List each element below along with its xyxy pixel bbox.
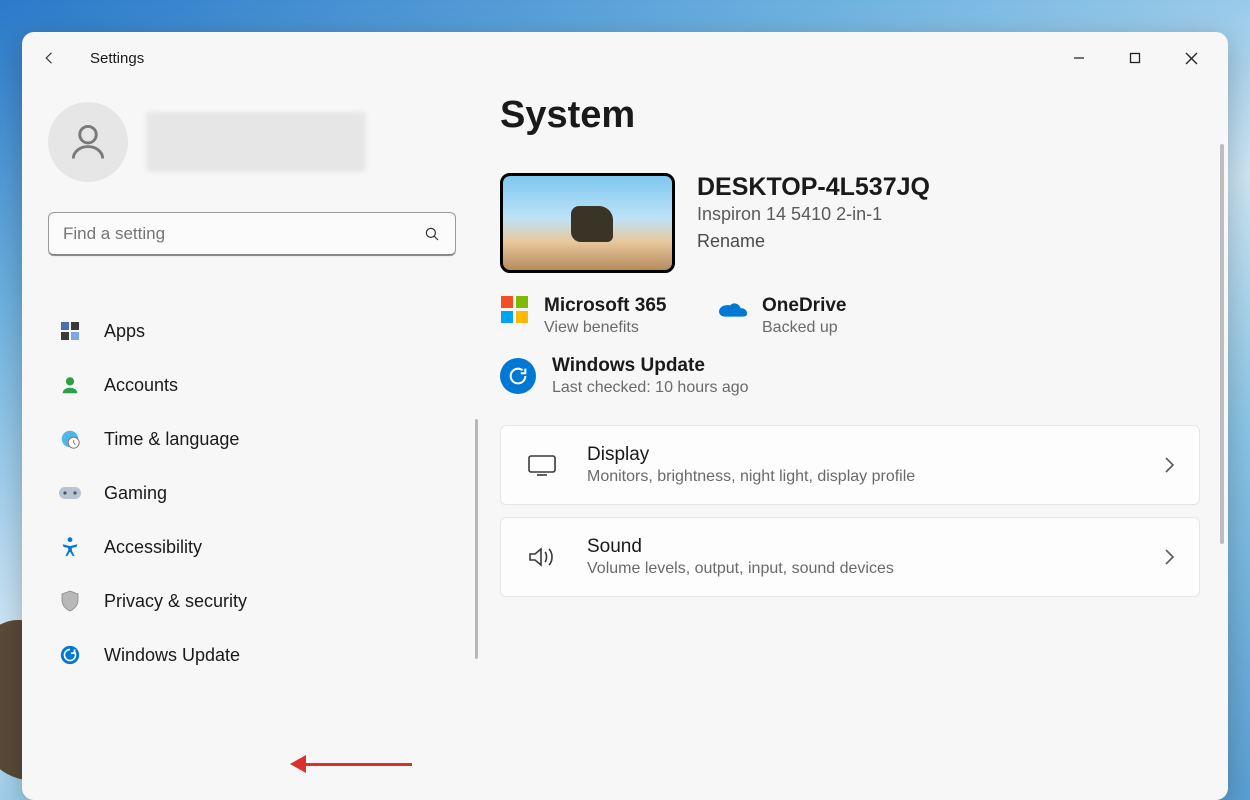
tile-title: Windows Update <box>552 355 749 377</box>
sound-icon <box>525 540 559 574</box>
clock-globe-icon <box>58 427 82 451</box>
card-display[interactable]: Display Monitors, brightness, night ligh… <box>500 425 1200 505</box>
sidebar-item-label: Privacy & security <box>104 591 247 612</box>
person-icon <box>66 120 110 164</box>
card-title: Sound <box>587 536 894 558</box>
gaming-icon <box>58 481 82 505</box>
desktop-thumbnail[interactable] <box>500 173 675 273</box>
tile-windows-update[interactable]: Windows Update Last checked: 10 hours ag… <box>500 355 1200 397</box>
card-title: Display <box>587 444 915 466</box>
display-icon <box>525 448 559 482</box>
arrow-left-icon <box>41 49 59 67</box>
card-sound[interactable]: Sound Volume levels, output, input, soun… <box>500 517 1200 597</box>
settings-window: Settings <box>22 32 1228 800</box>
nav-list: Apps Accounts Time & language <box>48 304 456 682</box>
card-subtitle: Volume levels, output, input, sound devi… <box>587 560 894 578</box>
device-section: DESKTOP-4L537JQ Inspiron 14 5410 2-in-1 … <box>500 173 1200 273</box>
tile-microsoft-365[interactable]: Microsoft 365 View benefits <box>500 295 700 337</box>
sidebar-item-privacy[interactable]: Privacy & security <box>48 574 456 628</box>
maximize-icon <box>1129 52 1141 64</box>
update-circle-icon <box>500 358 536 394</box>
search-icon <box>423 225 441 243</box>
chevron-right-icon <box>1163 548 1175 566</box>
sidebar: Apps Accounts Time & language <box>22 84 482 800</box>
tile-title: Microsoft 365 <box>544 295 666 317</box>
tile-subtitle: Backed up <box>762 319 846 337</box>
sidebar-scrollbar[interactable] <box>475 419 478 659</box>
search-input[interactable] <box>63 224 423 244</box>
close-button[interactable] <box>1168 42 1214 74</box>
titlebar: Settings <box>22 32 1228 84</box>
sidebar-item-label: Time & language <box>104 429 239 450</box>
sidebar-item-label: Accounts <box>104 375 178 396</box>
accounts-icon <box>58 373 82 397</box>
app-title: Settings <box>90 50 144 67</box>
profile-section[interactable] <box>48 102 456 182</box>
update-icon <box>58 643 82 667</box>
close-icon <box>1185 52 1198 65</box>
sidebar-item-accounts[interactable]: Accounts <box>48 358 456 412</box>
back-button[interactable] <box>36 44 64 72</box>
device-model: Inspiron 14 5410 2-in-1 <box>697 204 930 225</box>
apps-icon <box>58 319 82 343</box>
sidebar-item-label: Gaming <box>104 483 167 504</box>
tile-subtitle: View benefits <box>544 319 666 337</box>
sidebar-item-label: Apps <box>104 321 145 342</box>
sidebar-item-apps[interactable]: Apps <box>48 304 456 358</box>
page-title: System <box>500 94 1200 137</box>
minimize-button[interactable] <box>1056 42 1102 74</box>
onedrive-icon <box>718 295 748 325</box>
tile-title: OneDrive <box>762 295 846 317</box>
main-scrollbar[interactable] <box>1220 144 1224 544</box>
sidebar-item-label: Windows Update <box>104 645 240 666</box>
sidebar-item-gaming[interactable]: Gaming <box>48 466 456 520</box>
device-name: DESKTOP-4L537JQ <box>697 173 930 202</box>
tile-subtitle: Last checked: 10 hours ago <box>552 379 749 397</box>
user-name-redacted <box>146 112 366 172</box>
sidebar-item-accessibility[interactable]: Accessibility <box>48 520 456 574</box>
sidebar-item-label: Accessibility <box>104 537 202 558</box>
tile-onedrive[interactable]: OneDrive Backed up <box>718 295 918 337</box>
accessibility-icon <box>58 535 82 559</box>
sidebar-item-windows-update[interactable]: Windows Update <box>48 628 456 682</box>
main-content: System DESKTOP-4L537JQ Inspiron 14 5410 … <box>482 84 1228 800</box>
chevron-right-icon <box>1163 456 1175 474</box>
shield-icon <box>58 589 82 613</box>
search-box[interactable] <box>48 212 456 256</box>
microsoft-logo-icon <box>500 295 530 325</box>
sidebar-item-time-language[interactable]: Time & language <box>48 412 456 466</box>
minimize-icon <box>1073 52 1085 64</box>
avatar <box>48 102 128 182</box>
maximize-button[interactable] <box>1112 42 1158 74</box>
rename-link[interactable]: Rename <box>697 231 930 252</box>
card-subtitle: Monitors, brightness, night light, displ… <box>587 468 915 486</box>
